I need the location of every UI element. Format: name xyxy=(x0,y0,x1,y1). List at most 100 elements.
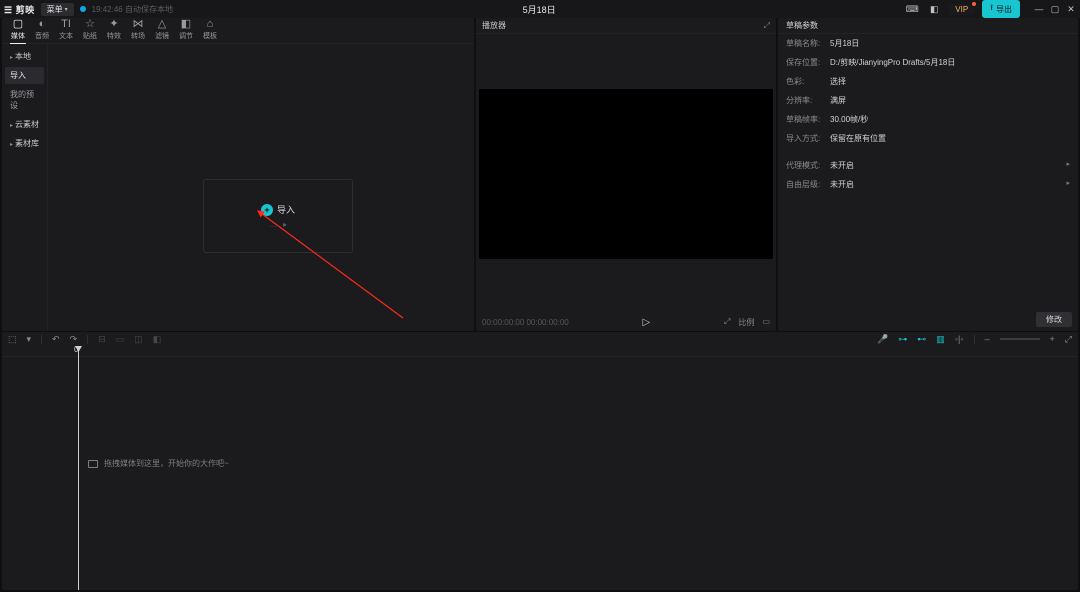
zoom-slider[interactable] xyxy=(1000,338,1040,340)
main-menu-button[interactable]: 菜单 ▾ xyxy=(41,3,74,16)
main-menu-label: 菜单 xyxy=(47,4,63,15)
prop-row: 草稿名称:5月18日 xyxy=(778,34,1078,53)
sidebar-item-本地[interactable]: ▸本地 xyxy=(5,48,44,65)
properties-panel: 草稿参数 草稿名称:5月18日保存位置:D:/剪映/JianyingPro Dr… xyxy=(778,18,1078,331)
window-close-button[interactable]: ✕ xyxy=(1066,4,1076,15)
tab-icon: ⌂ xyxy=(207,19,214,30)
split-icon[interactable]: ⊟ xyxy=(98,334,106,345)
tab-label: 媒体 xyxy=(11,31,25,41)
tab-label: 音频 xyxy=(35,31,49,41)
prop-key: 草稿帧率: xyxy=(786,114,830,125)
layout-icon[interactable]: ◧ xyxy=(927,2,941,16)
prop-row: 自由层级:未开启▸ xyxy=(778,175,1078,194)
import-dropzone[interactable]: + 导入 … ▸ xyxy=(203,179,353,253)
prop-key: 色彩: xyxy=(786,76,830,87)
tab-label: 特效 xyxy=(107,31,121,41)
tab-icon: ▢ xyxy=(13,19,23,30)
tab-特效[interactable]: ✦特效 xyxy=(102,19,126,43)
player-header-label: 播放器 xyxy=(482,20,506,31)
media-panel: ▢媒体◐音频TI文本☆贴纸✦特效⋈转场△滤镜◧调节⌂模板 ▸本地导入我的预设▸云… xyxy=(2,18,474,331)
modify-button[interactable]: 修改 xyxy=(1036,312,1072,327)
timeline-ruler[interactable]: 0 xyxy=(2,346,1078,357)
tab-音频[interactable]: ◐音频 xyxy=(30,19,54,43)
work-area: ▢媒体◐音频TI文本☆贴纸✦特效⋈转场△滤镜◧调节⌂模板 ▸本地导入我的预设▸云… xyxy=(0,18,1080,332)
player-collapse-icon[interactable]: ⤢ xyxy=(764,21,770,31)
tab-label: 转场 xyxy=(131,31,145,41)
shortcut-icon[interactable]: ⌨ xyxy=(905,2,919,16)
plus-icon: + xyxy=(261,204,273,216)
player-fullbleed-icon[interactable]: ⤢ xyxy=(724,317,730,328)
redo-icon[interactable]: ↷ xyxy=(70,334,78,345)
selection-tool-icon[interactable]: ⬚ xyxy=(8,334,17,345)
play-button[interactable]: ▷ xyxy=(569,317,724,328)
magnet-icon[interactable]: ⊶ xyxy=(898,334,907,345)
tab-滤镜[interactable]: △滤镜 xyxy=(150,19,174,43)
chevron-right-icon: ▸ xyxy=(10,142,13,148)
tab-label: 贴纸 xyxy=(83,31,97,41)
zoom-out-icon[interactable]: – xyxy=(985,334,990,344)
delete-icon[interactable]: ▭ xyxy=(116,334,125,345)
prop-value: 满屏 xyxy=(830,95,846,106)
vip-button[interactable]: VIP xyxy=(949,4,974,15)
crop-icon[interactable]: ◫ xyxy=(134,334,143,345)
prop-key: 导入方式: xyxy=(786,133,830,144)
tab-转场[interactable]: ⋈转场 xyxy=(126,19,150,43)
tab-label: 调节 xyxy=(179,31,193,41)
sidebar-item-导入[interactable]: 导入 xyxy=(5,67,44,84)
chevron-right-icon: ▸ xyxy=(10,55,13,61)
tab-贴纸[interactable]: ☆贴纸 xyxy=(78,19,102,43)
prop-key: 分辨率: xyxy=(786,95,830,106)
tab-媒体[interactable]: ▢媒体 xyxy=(6,19,30,43)
prop-row: 导入方式:保留在原有位置 xyxy=(778,129,1078,148)
audio-wave-icon[interactable]: ◦|◦ xyxy=(955,334,964,344)
autosave-label: 19:42:46 自动保存本地 xyxy=(92,4,173,15)
timeline-area[interactable]: 0 拖拽媒体到这里，开始你的大作吧~ xyxy=(2,346,1078,590)
player-fullscreen-icon[interactable]: ▭ xyxy=(762,317,770,328)
player-ratio-button[interactable]: 比例 xyxy=(738,317,754,328)
chevron-right-icon[interactable]: ▸ xyxy=(1066,179,1070,190)
player-viewport[interactable] xyxy=(479,89,773,259)
tab-icon: ◐ xyxy=(39,19,46,30)
chevron-right-icon[interactable]: ▸ xyxy=(1066,160,1070,171)
zoom-in-icon[interactable]: + xyxy=(1050,334,1055,344)
prop-value: 保留在原有位置 xyxy=(830,133,886,144)
autosave-dot-icon xyxy=(80,6,86,12)
player-timecode: 00:00:00:00 00:00:00:00 xyxy=(482,318,569,327)
tab-模板[interactable]: ⌂模板 xyxy=(198,19,222,43)
prop-value: 未开启 xyxy=(830,179,854,190)
chevron-right-icon: ▸ xyxy=(10,123,13,129)
title-right-group: ⌨ ◧ VIP ⭱ 导出 — ▢ ✕ xyxy=(905,0,1076,18)
tool-dropdown-icon[interactable]: ▾ xyxy=(27,334,32,345)
tab-调节[interactable]: ◧调节 xyxy=(174,19,198,43)
drop-sub1: … xyxy=(269,220,277,229)
sidebar-item-我的预设[interactable]: 我的预设 xyxy=(5,86,44,114)
sidebar-item-云素材[interactable]: ▸云素材 xyxy=(5,116,44,133)
preview-icon[interactable]: ▥ xyxy=(936,334,945,345)
playhead[interactable] xyxy=(78,346,79,590)
link-icon[interactable]: ⊷ xyxy=(917,334,926,345)
prop-value: 未开启 xyxy=(830,160,854,171)
timeline-hint-label: 拖拽媒体到这里，开始你的大作吧~ xyxy=(104,458,229,469)
zoom-fit-icon[interactable]: ⤢ xyxy=(1065,334,1072,345)
window-minimize-button[interactable]: — xyxy=(1034,4,1044,15)
timeline-empty-hint: 拖拽媒体到这里，开始你的大作吧~ xyxy=(88,458,229,469)
export-button[interactable]: ⭱ 导出 xyxy=(982,0,1020,18)
properties-header: 草稿参数 xyxy=(778,18,1078,34)
prop-key: 代理模式: xyxy=(786,160,830,171)
tab-icon: △ xyxy=(158,19,166,30)
mic-icon[interactable]: 🎤 xyxy=(877,334,888,345)
undo-icon[interactable]: ↶ xyxy=(52,334,60,345)
sidebar-item-素材库[interactable]: ▸素材库 xyxy=(5,135,44,152)
clip-icon xyxy=(88,460,98,468)
mirror-icon[interactable]: ◧ xyxy=(153,334,162,345)
media-tab-row: ▢媒体◐音频TI文本☆贴纸✦特效⋈转场△滤镜◧调节⌂模板 xyxy=(2,18,474,44)
prop-row: 保存位置:D:/剪映/JianyingPro Drafts/5月18日 xyxy=(778,53,1078,72)
tab-文本[interactable]: TI文本 xyxy=(54,19,78,43)
prop-value: 30.00帧/秒 xyxy=(830,114,868,125)
media-stage[interactable]: + 导入 … ▸ xyxy=(48,44,474,331)
timeline-toolbar: ⬚ ▾ ↶ ↷ ⊟ ▭ ◫ ◧ 🎤 ⊶ ⊷ ▥ ◦|◦ – + ⤢ xyxy=(2,332,1078,346)
tab-icon: TI xyxy=(61,19,71,30)
window-maximize-button[interactable]: ▢ xyxy=(1050,4,1060,15)
import-label: 导入 xyxy=(277,203,295,216)
media-sidebar: ▸本地导入我的预设 ▸云素材 ▸素材库 xyxy=(2,44,48,331)
